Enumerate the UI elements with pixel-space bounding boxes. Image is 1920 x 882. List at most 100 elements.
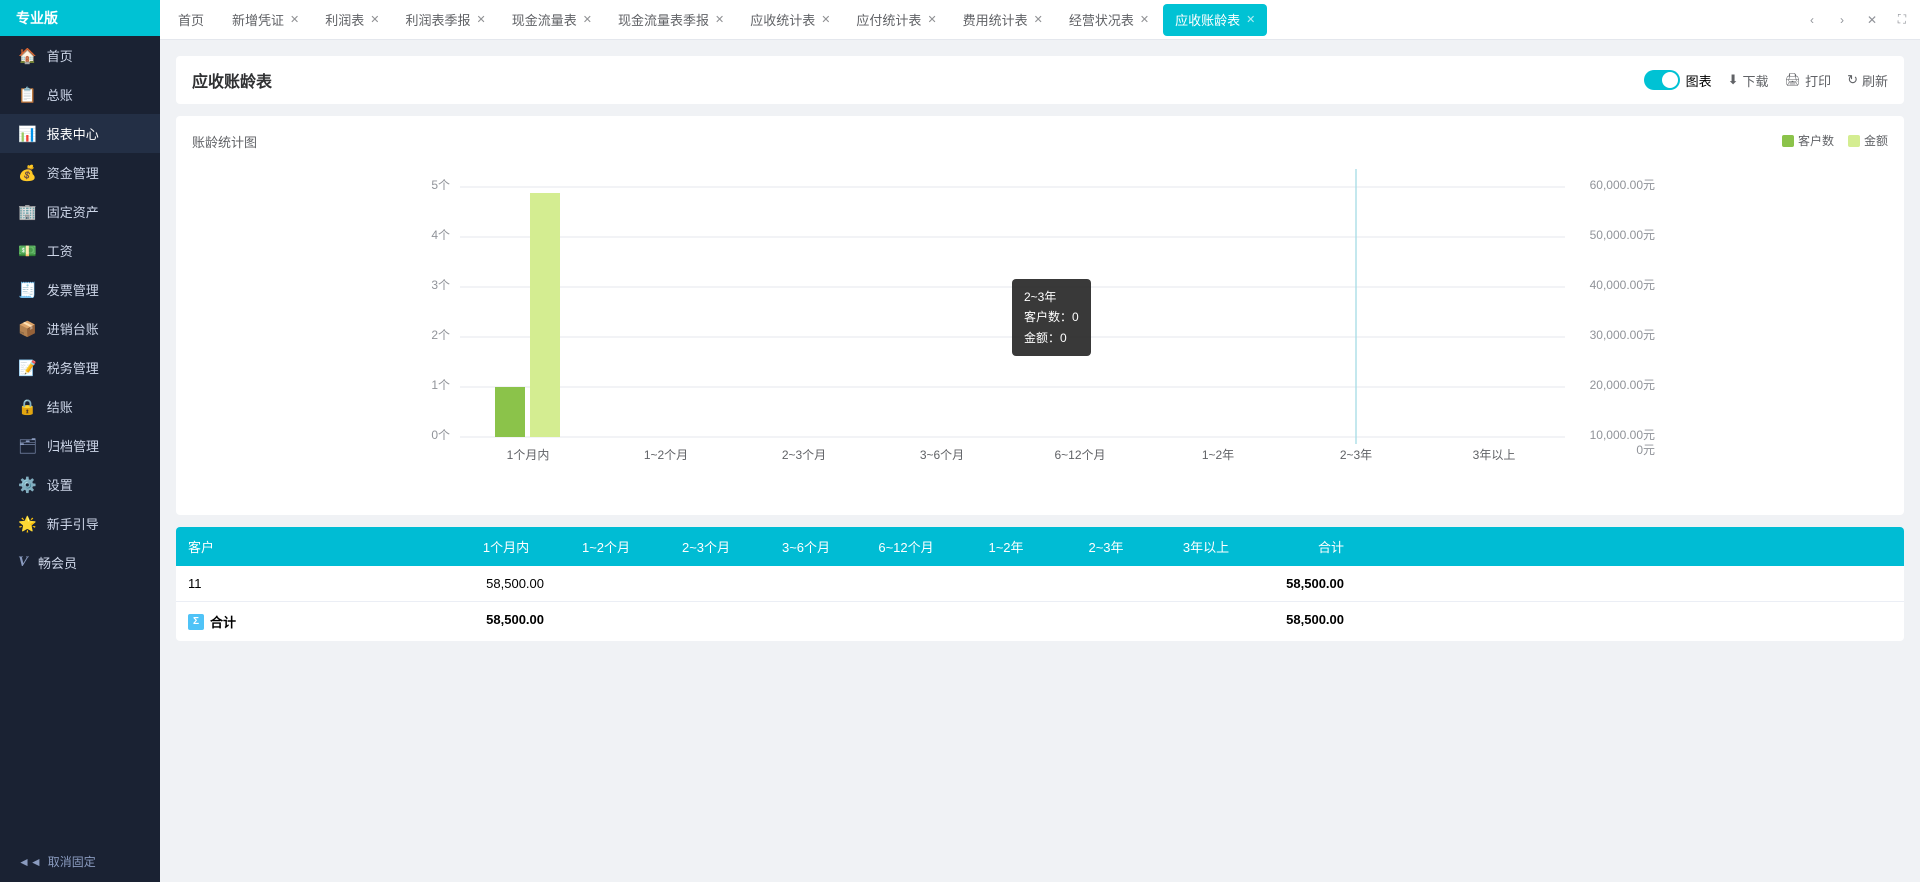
tab-profit[interactable]: 利润表 ✕ [313, 4, 391, 36]
td-total-m1: 58,500.00 [456, 602, 556, 641]
sidebar-item-ledger[interactable]: 📋 总账 [0, 75, 160, 114]
legend-amount: 金额 [1848, 132, 1888, 149]
settings-icon: ⚙️ [18, 476, 37, 494]
tab-voucher-close[interactable]: ✕ [290, 13, 299, 26]
sidebar-item-payroll[interactable]: 💵 工资 [0, 231, 160, 270]
tab-biz-stat[interactable]: 经营状况表 ✕ [1057, 4, 1161, 36]
toggle-label: 图表 [1686, 71, 1712, 90]
tab-voucher-label: 新增凭证 [232, 10, 284, 29]
tab-profit-quarter-close[interactable]: ✕ [477, 13, 486, 26]
chart-toggle[interactable]: 图表 [1644, 70, 1712, 90]
sidebar-item-member[interactable]: V 畅会员 [0, 543, 160, 582]
closing-icon: 🔒 [18, 398, 37, 416]
table-total-row: Σ 合计 58,500.00 58,500.00 [176, 602, 1904, 641]
tab-ap-stat[interactable]: 应付统计表 ✕ [844, 4, 948, 36]
th-total: 合计 [1256, 527, 1356, 566]
svg-text:50,000.00元: 50,000.00元 [1590, 228, 1655, 242]
chart-container: 5个 4个 3个 2个 1个 0个 60,000.00元 50,000.00元 … [192, 159, 1888, 499]
tab-expense-stat-close[interactable]: ✕ [1034, 13, 1043, 26]
svg-text:10,000.00元: 10,000.00元 [1590, 428, 1655, 442]
chart-legend: 客户数 金额 [1782, 132, 1888, 149]
td-total-y3 [1156, 602, 1256, 641]
sidebar-item-label: 结账 [47, 397, 73, 416]
sidebar-item-assets[interactable]: 🏢 固定资产 [0, 192, 160, 231]
svg-text:2~3年: 2~3年 [1340, 448, 1372, 462]
td-m3 [656, 566, 756, 601]
svg-text:5个: 5个 [431, 178, 450, 192]
main-area: 首页 新增凭证 ✕ 利润表 ✕ 利润表季报 ✕ 现金流量表 ✕ 现金流量表季报 … [160, 0, 1920, 882]
tab-ar-aging-close[interactable]: ✕ [1246, 13, 1255, 26]
table-header: 客户 1个月内 1~2个月 2~3个月 3~6个月 6~12个月 1~2年 2~… [176, 527, 1904, 566]
tab-profit-close[interactable]: ✕ [370, 13, 379, 26]
tab-expense-stat-label: 费用统计表 [963, 10, 1028, 29]
tab-cashflow[interactable]: 现金流量表 ✕ [500, 4, 604, 36]
tab-ar-stat-close[interactable]: ✕ [821, 13, 830, 26]
pin-toggle[interactable]: ◄◄ 取消固定 [0, 841, 160, 882]
sidebar-item-closing[interactable]: 🔒 结账 [0, 387, 160, 426]
tab-cashflow-close[interactable]: ✕ [583, 13, 592, 26]
sidebar-item-archive[interactable]: 🗂 归档管理 [0, 426, 160, 465]
tab-close-all-button[interactable]: ✕ [1858, 6, 1886, 34]
download-button[interactable]: ⬇ 下载 [1728, 71, 1769, 90]
tab-ar-stat[interactable]: 应收统计表 ✕ [738, 4, 842, 36]
sidebar-item-label: 工资 [47, 241, 73, 260]
tab-ap-stat-close[interactable]: ✕ [927, 13, 936, 26]
inventory-icon: 📦 [18, 320, 37, 338]
td-m2 [556, 566, 656, 601]
tab-expense-stat[interactable]: 费用统计表 ✕ [951, 4, 1055, 36]
tab-expand-button[interactable]: ⛶ [1888, 6, 1916, 34]
sidebar-item-funds[interactable]: 💰 资金管理 [0, 153, 160, 192]
sidebar-item-home[interactable]: 🏠 首页 [0, 36, 160, 75]
page-header: 应收账龄表 图表 ⬇ 下载 🖨 打印 ↻ 刷新 [176, 56, 1904, 104]
tab-prev-button[interactable]: ‹ [1798, 6, 1826, 34]
td-m12 [856, 566, 956, 601]
sidebar-item-label: 税务管理 [47, 358, 99, 377]
sidebar-item-reports[interactable]: 📊 报表中心 [0, 114, 160, 153]
td-total-label: Σ 合计 [176, 602, 456, 641]
funds-icon: 💰 [18, 164, 37, 182]
toggle-thumb [1662, 72, 1678, 88]
th-m2: 1~2个月 [556, 527, 656, 566]
sidebar-item-settings[interactable]: ⚙️ 设置 [0, 465, 160, 504]
sidebar-item-label: 归档管理 [47, 436, 99, 455]
legend-customer-label: 客户数 [1798, 132, 1834, 149]
toggle-track[interactable] [1644, 70, 1680, 90]
tab-voucher[interactable]: 新增凭证 ✕ [220, 4, 311, 36]
svg-text:4个: 4个 [431, 228, 450, 242]
td-y3 [1156, 566, 1256, 601]
sidebar-item-label: 首页 [47, 46, 73, 65]
sidebar-item-label: 总账 [47, 85, 73, 104]
tab-cashflow-label: 现金流量表 [512, 10, 577, 29]
svg-text:3个: 3个 [431, 278, 450, 292]
td-m1: 58,500.00 [456, 566, 556, 601]
payroll-icon: 💵 [18, 242, 37, 260]
tab-home[interactable]: 首页 [164, 4, 218, 36]
sidebar-item-label: 报表中心 [47, 124, 99, 143]
sidebar-item-inventory[interactable]: 📦 进销台账 [0, 309, 160, 348]
sidebar: 专业版 🏠 首页 📋 总账 📊 报表中心 💰 资金管理 🏢 固定资产 💵 工资 … [0, 0, 160, 882]
invoice-icon: 🧾 [18, 281, 37, 299]
th-y3: 3年以上 [1156, 527, 1256, 566]
tab-ar-aging[interactable]: 应收账龄表 ✕ [1163, 4, 1267, 36]
sidebar-item-label: 新手引导 [47, 514, 99, 533]
td-total-m2 [556, 602, 656, 641]
sidebar-item-invoice[interactable]: 🧾 发票管理 [0, 270, 160, 309]
data-table: 客户 1个月内 1~2个月 2~3个月 3~6个月 6~12个月 1~2年 2~… [176, 527, 1904, 641]
sidebar-item-guide[interactable]: 🌟 新手引导 [0, 504, 160, 543]
sidebar-item-tax[interactable]: 📝 税务管理 [0, 348, 160, 387]
print-button[interactable]: 🖨 打印 [1785, 71, 1832, 90]
refresh-button[interactable]: ↻ 刷新 [1847, 71, 1888, 90]
sidebar-item-label: 设置 [47, 475, 73, 494]
td-total: 58,500.00 [1256, 566, 1356, 601]
tab-biz-stat-close[interactable]: ✕ [1140, 13, 1149, 26]
legend-customer-count: 客户数 [1782, 132, 1834, 149]
svg-text:3年以上: 3年以上 [1473, 448, 1516, 462]
tab-next-button[interactable]: › [1828, 6, 1856, 34]
tab-cashflow-quarter-close[interactable]: ✕ [715, 13, 724, 26]
tab-cashflow-quarter[interactable]: 现金流量表季报 ✕ [606, 4, 736, 36]
chart-area: 账龄统计图 客户数 金额 5个 4个 3个 2个 1个 [176, 116, 1904, 515]
legend-customer-dot [1782, 135, 1794, 147]
chart-title: 账龄统计图 [192, 132, 1888, 151]
tab-profit-quarter[interactable]: 利润表季报 ✕ [393, 4, 497, 36]
svg-text:20,000.00元: 20,000.00元 [1590, 378, 1655, 392]
